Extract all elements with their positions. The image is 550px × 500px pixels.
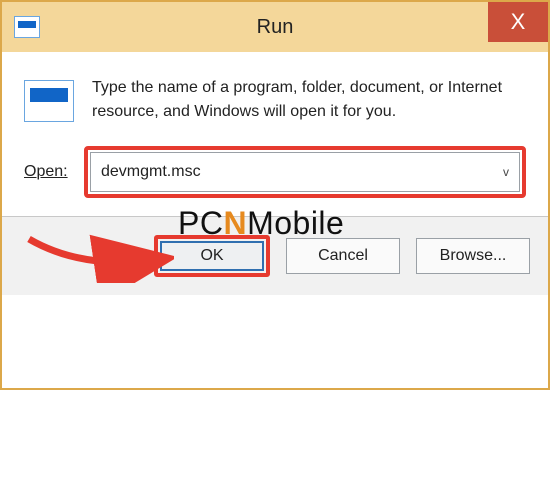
- dialog-description: Type the name of a program, folder, docu…: [92, 76, 526, 124]
- open-combobox[interactable]: devmgmt.msc v: [90, 152, 520, 192]
- open-row: Open: devmgmt.msc v: [2, 136, 548, 216]
- browse-button[interactable]: Browse...: [416, 238, 530, 274]
- open-highlight: devmgmt.msc v: [84, 146, 526, 198]
- titlebar: Run X: [2, 2, 548, 52]
- ok-highlight: OK: [154, 235, 270, 277]
- close-icon: X: [511, 9, 526, 35]
- button-row: OK Cancel Browse...: [2, 217, 548, 295]
- close-button[interactable]: X: [488, 2, 548, 42]
- dialog-body: Type the name of a program, folder, docu…: [2, 52, 548, 136]
- open-value: devmgmt.msc: [101, 163, 201, 181]
- open-label: Open:: [24, 163, 70, 181]
- chevron-down-icon: v: [503, 165, 509, 179]
- arrow-annotation-icon: [24, 229, 174, 283]
- run-icon: [24, 80, 74, 122]
- cancel-button[interactable]: Cancel: [286, 238, 400, 274]
- run-dialog: Run X Type the name of a program, folder…: [0, 0, 550, 390]
- window-title: Run: [2, 16, 548, 39]
- ok-button[interactable]: OK: [160, 241, 264, 271]
